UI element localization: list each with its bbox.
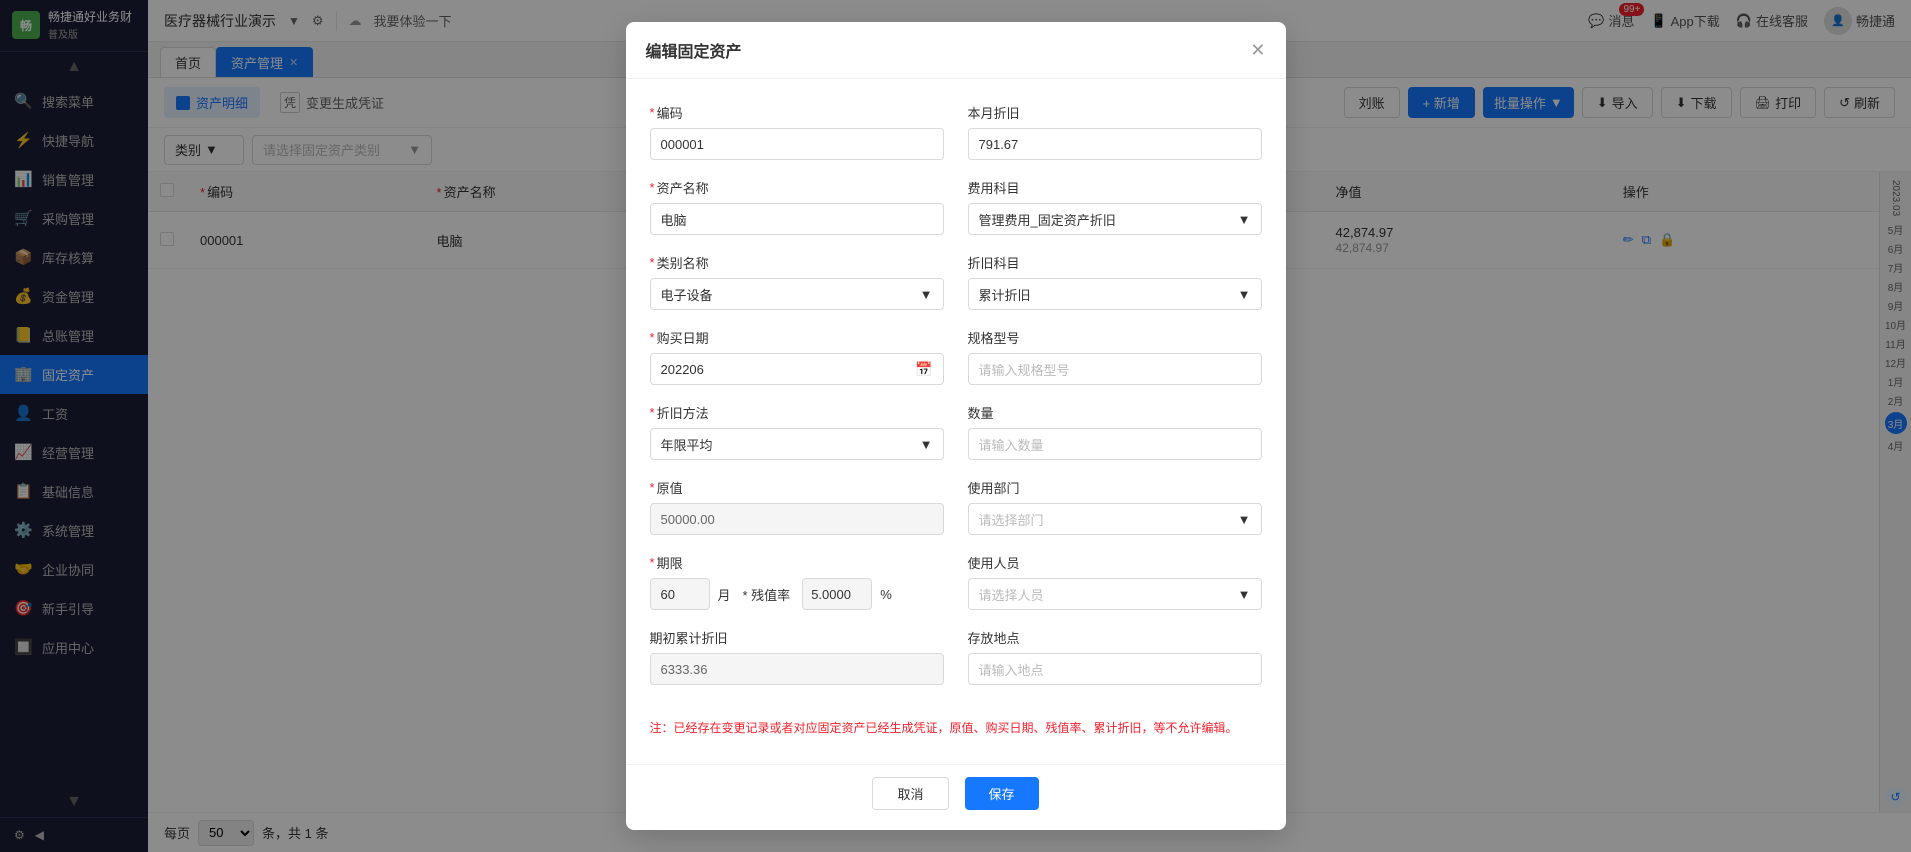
residual-unit: % xyxy=(880,587,892,602)
dep-account-arrow: ▼ xyxy=(1238,287,1251,302)
modal-row-name: * 资产名称 电脑 xyxy=(650,178,944,235)
modal-row-code: * 编码 000001 xyxy=(650,103,944,160)
asset-name-field-container: * 资产名称 电脑 xyxy=(650,178,944,235)
user-arrow: ▼ xyxy=(1238,587,1251,602)
modal-title: 编辑固定资产 xyxy=(646,38,742,62)
save-button[interactable]: 保存 xyxy=(965,777,1039,810)
category-select[interactable]: 电子设备 ▼ xyxy=(650,278,944,310)
period-row: 60 月 * 残值率 5.0000 % xyxy=(650,578,944,610)
modal-row-dep-account: 折旧科目 累计折旧 ▼ xyxy=(968,253,1262,310)
code-label: * 编码 xyxy=(650,103,944,122)
user-label: 使用人员 xyxy=(968,553,1262,572)
edit-modal: 编辑固定资产 ✕ * 编码 000001 xyxy=(626,22,1286,830)
initial-depreciation-field-container: 期初累计折旧 6333.36 xyxy=(650,628,944,685)
monthly-dep-field-container: 本月折旧 791.67 xyxy=(968,103,1262,160)
period-input[interactable]: 60 xyxy=(650,578,710,610)
expense-account-field-container: 费用科目 管理费用_固定资产折旧 ▼ xyxy=(968,178,1262,235)
asset-name-label: * 资产名称 xyxy=(650,178,944,197)
code-field-container: * 编码 000001 xyxy=(650,103,944,160)
modal-row-monthly-dep: 本月折旧 791.67 xyxy=(968,103,1262,160)
modal-row-initial-depreciation: 期初累计折旧 6333.36 xyxy=(650,628,944,685)
modal-close-btn[interactable]: ✕ xyxy=(1250,40,1265,61)
modal-overlay: 编辑固定资产 ✕ * 编码 000001 xyxy=(0,0,1911,852)
modal-row-purchase-date: * 购买日期 202206 📅 xyxy=(650,328,944,385)
category-label: * 类别名称 xyxy=(650,253,944,272)
depreciation-method-field-container: * 折旧方法 年限平均 ▼ xyxy=(650,403,944,460)
location-input[interactable]: 请输入地点 xyxy=(968,653,1262,685)
modal-row-user: 使用人员 请选择人员 ▼ xyxy=(968,553,1262,610)
depreciation-method-select[interactable]: 年限平均 ▼ xyxy=(650,428,944,460)
calendar-icon: 📅 xyxy=(915,361,932,378)
category-select-arrow: ▼ xyxy=(920,287,933,302)
modal-fields-container: * 编码 000001 * 资产名称 xyxy=(650,103,1262,703)
location-field-container: 存放地点 请输入地点 xyxy=(968,628,1262,685)
quantity-input[interactable]: 请输入数量 xyxy=(968,428,1262,460)
modal-row-original-value: * 原值 50000.00 xyxy=(650,478,944,535)
depreciation-method-label: * 折旧方法 xyxy=(650,403,944,422)
user-field-container: 使用人员 请选择人员 ▼ xyxy=(968,553,1262,610)
spec-field-container: 规格型号 请输入规格型号 xyxy=(968,328,1262,385)
original-value-label: * 原值 xyxy=(650,478,944,497)
residual-rate-input[interactable]: 5.0000 xyxy=(802,578,872,610)
period-field-container: * 期限 60 月 * 残值率 5.0000 xyxy=(650,553,944,610)
department-arrow: ▼ xyxy=(1238,512,1251,527)
modal-footer: 取消 保存 xyxy=(626,764,1286,830)
location-label: 存放地点 xyxy=(968,628,1262,647)
residual-label: * 残值率 xyxy=(743,585,791,604)
dep-account-select[interactable]: 累计折旧 ▼ xyxy=(968,278,1262,310)
modal-row-spec: 规格型号 请输入规格型号 xyxy=(968,328,1262,385)
modal-row-period: * 期限 60 月 * 残值率 5.0000 xyxy=(650,553,944,610)
purchase-date-field-container: * 购买日期 202206 📅 xyxy=(650,328,944,385)
expense-account-select[interactable]: 管理费用_固定资产折旧 ▼ xyxy=(968,203,1262,235)
modal-row-depreciation-method: * 折旧方法 年限平均 ▼ xyxy=(650,403,944,460)
dep-account-label: 折旧科目 xyxy=(968,253,1262,272)
monthly-dep-input[interactable]: 791.67 xyxy=(968,128,1262,160)
modal-header: 编辑固定资产 ✕ xyxy=(626,22,1286,79)
expense-account-arrow: ▼ xyxy=(1238,212,1251,227)
asset-name-input[interactable]: 电脑 xyxy=(650,203,944,235)
depreciation-method-arrow: ▼ xyxy=(920,437,933,452)
modal-body: * 编码 000001 * 资产名称 xyxy=(626,79,1286,760)
modal-note: 注：已经存在变更记录或者对应固定资产已经生成凭证，原值、购买日期、残值率、累计折… xyxy=(650,711,1262,744)
monthly-dep-label: 本月折旧 xyxy=(968,103,1262,122)
expense-account-label: 费用科目 xyxy=(968,178,1262,197)
user-select[interactable]: 请选择人员 ▼ xyxy=(968,578,1262,610)
purchase-date-input[interactable]: 202206 📅 xyxy=(650,353,944,385)
period-label: * 期限 xyxy=(650,553,944,572)
department-select[interactable]: 请选择部门 ▼ xyxy=(968,503,1262,535)
modal-row-category: * 类别名称 电子设备 ▼ xyxy=(650,253,944,310)
category-field-container: * 类别名称 电子设备 ▼ xyxy=(650,253,944,310)
original-value-field-container: * 原值 50000.00 xyxy=(650,478,944,535)
modal-row-department: 使用部门 请选择部门 ▼ xyxy=(968,478,1262,535)
modal-note-text: 注：已经存在变更记录或者对应固定资产已经生成凭证，原值、购买日期、残值率、累计折… xyxy=(650,721,1238,735)
code-input[interactable]: 000001 xyxy=(650,128,944,160)
purchase-date-label: * 购买日期 xyxy=(650,328,944,347)
dep-account-field-container: 折旧科目 累计折旧 ▼ xyxy=(968,253,1262,310)
quantity-field-container: 数量 请输入数量 xyxy=(968,403,1262,460)
modal-row-location: 存放地点 请输入地点 xyxy=(968,628,1262,685)
department-label: 使用部门 xyxy=(968,478,1262,497)
modal-row-quantity: 数量 请输入数量 xyxy=(968,403,1262,460)
initial-depreciation-label: 期初累计折旧 xyxy=(650,628,944,647)
department-field-container: 使用部门 请选择部门 ▼ xyxy=(968,478,1262,535)
original-value-input[interactable]: 50000.00 xyxy=(650,503,944,535)
modal-right-column: 本月折旧 791.67 费用科目 管理费用_固定资产折旧 ▼ xyxy=(968,103,1262,703)
cancel-button[interactable]: 取消 xyxy=(872,777,948,810)
period-unit: 月 xyxy=(718,585,731,604)
spec-input[interactable]: 请输入规格型号 xyxy=(968,353,1262,385)
spec-label: 规格型号 xyxy=(968,328,1262,347)
quantity-label: 数量 xyxy=(968,403,1262,422)
initial-depreciation-input[interactable]: 6333.36 xyxy=(650,653,944,685)
modal-left-column: * 编码 000001 * 资产名称 xyxy=(650,103,944,703)
modal-row-expense-account: 费用科目 管理费用_固定资产折旧 ▼ xyxy=(968,178,1262,235)
